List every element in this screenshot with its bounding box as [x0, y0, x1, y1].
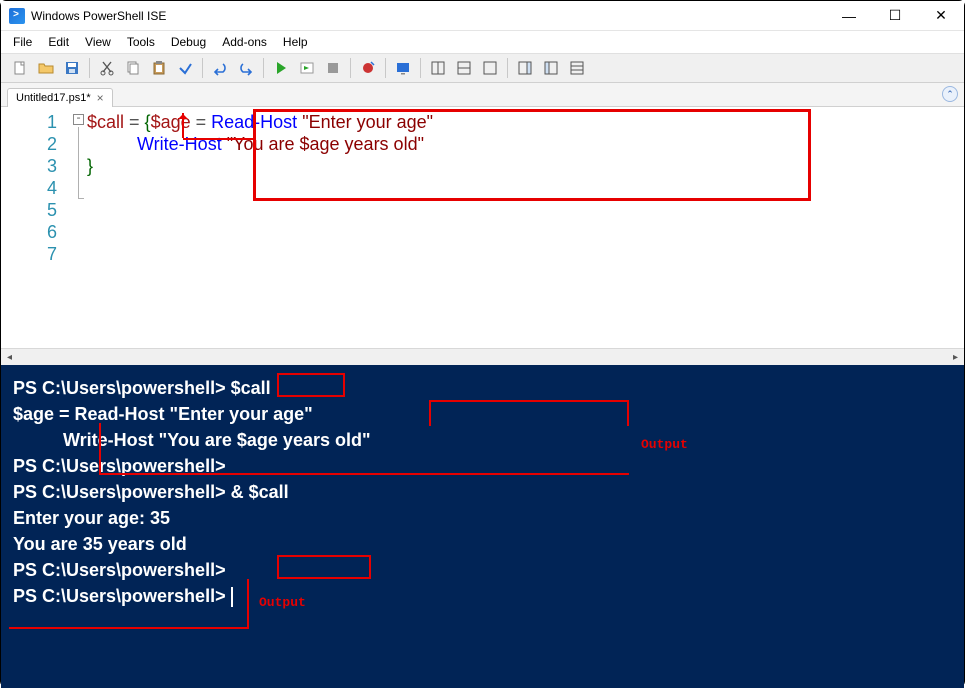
- script-tab[interactable]: Untitled17.ps1* ×: [7, 88, 113, 107]
- close-tab-icon[interactable]: ×: [97, 91, 104, 105]
- cut-button[interactable]: [94, 56, 120, 80]
- toolbar: [1, 53, 964, 83]
- menu-tools[interactable]: Tools: [119, 33, 163, 51]
- run-button[interactable]: [268, 56, 294, 80]
- annotation-label-output1: Output: [641, 437, 688, 452]
- annotation-box-invoke: [277, 555, 371, 579]
- menu-help[interactable]: Help: [275, 33, 316, 51]
- redo-button[interactable]: [233, 56, 259, 80]
- run-selection-button[interactable]: [294, 56, 320, 80]
- annotation-arrow: [183, 138, 253, 140]
- layout-3-button[interactable]: [477, 56, 503, 80]
- tabbar: Untitled17.ps1* × ⌃: [1, 83, 964, 107]
- save-button[interactable]: [59, 56, 85, 80]
- remote-button[interactable]: [390, 56, 416, 80]
- new-file-button[interactable]: [7, 56, 33, 80]
- console-pane[interactable]: PS C:\Users\powershell> $call $age = Rea…: [1, 365, 964, 688]
- commands-button[interactable]: [512, 56, 538, 80]
- collapse-script-icon[interactable]: ⌃: [942, 86, 958, 102]
- undo-button[interactable]: [207, 56, 233, 80]
- open-file-button[interactable]: [33, 56, 59, 80]
- titlebar: Windows PowerShell ISE — ☐ ✕: [1, 1, 964, 31]
- menu-file[interactable]: File: [5, 33, 40, 51]
- annotation-underline-output1b: [429, 400, 629, 426]
- scroll-right-icon[interactable]: ▸: [947, 349, 964, 366]
- scroll-left-icon[interactable]: ◂: [1, 349, 18, 366]
- layout-2-button[interactable]: [451, 56, 477, 80]
- minimize-button[interactable]: —: [826, 1, 872, 30]
- addons-button[interactable]: [538, 56, 564, 80]
- app-icon: [9, 8, 25, 24]
- annotation-underline-output1: [99, 423, 629, 475]
- line-gutter: 1234567: [1, 107, 65, 348]
- script-editor[interactable]: 1234567 - $call = {$age = Read-Host "Ent…: [1, 107, 964, 348]
- editor-scrollbar[interactable]: ◂ ▸: [1, 348, 964, 365]
- clear-button[interactable]: [172, 56, 198, 80]
- paste-button[interactable]: [146, 56, 172, 80]
- code-area[interactable]: $call = {$age = Read-Host "Enter your ag…: [65, 107, 964, 348]
- menubar: File Edit View Tools Debug Add-ons Help: [1, 31, 964, 53]
- annotation-underline-output2: [9, 579, 249, 629]
- annotation-box-code: [253, 109, 811, 201]
- window-controls: — ☐ ✕: [826, 1, 964, 30]
- copy-button[interactable]: [120, 56, 146, 80]
- breakpoint-button[interactable]: [355, 56, 381, 80]
- menu-view[interactable]: View: [77, 33, 119, 51]
- menu-edit[interactable]: Edit: [40, 33, 77, 51]
- tab-label: Untitled17.ps1*: [16, 92, 91, 104]
- annotation-label-output2: Output: [259, 595, 306, 610]
- window-title: Windows PowerShell ISE: [31, 9, 826, 23]
- menu-debug[interactable]: Debug: [163, 33, 214, 51]
- layout-1-button[interactable]: [425, 56, 451, 80]
- maximize-button[interactable]: ☐: [872, 1, 918, 30]
- annotation-box-call: [277, 373, 345, 397]
- snippets-button[interactable]: [564, 56, 590, 80]
- menu-addons[interactable]: Add-ons: [214, 33, 275, 51]
- stop-button[interactable]: [320, 56, 346, 80]
- close-button[interactable]: ✕: [918, 1, 964, 30]
